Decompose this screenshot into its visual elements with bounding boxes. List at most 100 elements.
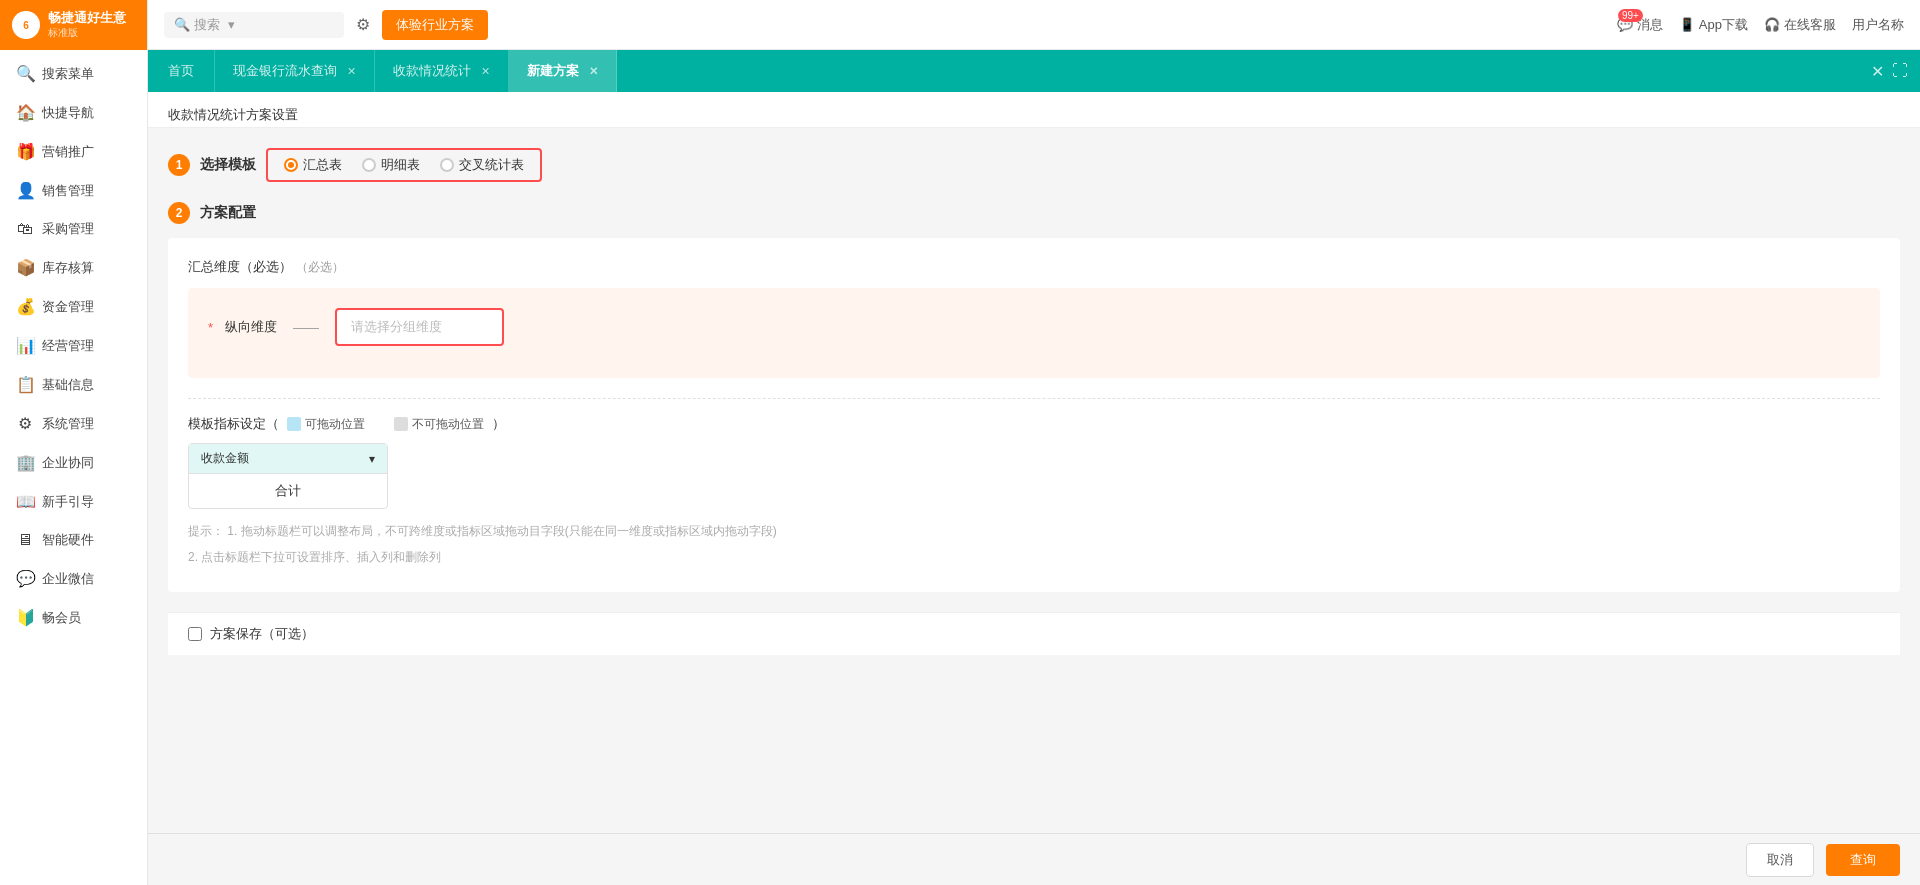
tab-new-plan-close[interactable]: ✕: [589, 65, 598, 78]
app-download-link[interactable]: 📱 App下载: [1679, 16, 1748, 34]
legend-drag: 可拖动位置: [287, 416, 365, 433]
metrics-dropdown-icon[interactable]: ▾: [369, 452, 375, 466]
tab-collection-stat-close[interactable]: ✕: [481, 65, 490, 78]
sidebar-item-sales[interactable]: 👤销售管理: [0, 171, 147, 210]
query-button[interactable]: 查询: [1826, 844, 1900, 876]
metrics-section: 模板指标设定（ 可拖动位置 不可拖动位置 ）: [188, 415, 1880, 568]
radio-detail[interactable]: 明细表: [362, 156, 420, 174]
hint-line-1: 提示： 1. 拖动标题栏可以调整布局，不可跨维度或指标区域拖动目字段(只能在同一…: [188, 521, 1880, 543]
step2-header: 2 方案配置: [168, 202, 1900, 224]
radio-cross-input[interactable]: [440, 158, 454, 172]
guide-icon: 📖: [16, 492, 34, 511]
metrics-table-row: 合计: [189, 474, 387, 508]
dim-select-dropdown[interactable]: 请选择分组维度: [335, 308, 504, 346]
step2-num: 2: [168, 202, 190, 224]
sidebar-item-member[interactable]: 🔰畅会员: [0, 598, 147, 637]
tab-bank-flow-label: 现金银行流水查询: [233, 62, 337, 80]
legend-nodrag: 不可拖动位置: [394, 416, 484, 433]
close-window-icon[interactable]: ✕: [1871, 62, 1884, 81]
tab-home-label: 首页: [168, 62, 194, 80]
main-area: 🔍 搜索 ▾ ⚙ 体验行业方案 💬 99+ 消息 📱 App下载 🎧 在线客服: [148, 0, 1920, 885]
sidebar-item-label: 经营管理: [42, 337, 94, 355]
save-label: 方案保存（可选）: [210, 625, 314, 643]
message-link[interactable]: 💬 99+ 消息: [1617, 16, 1663, 34]
sidebar-item-inventory[interactable]: 📦 库存核算: [0, 248, 147, 287]
radio-summary-input[interactable]: [284, 158, 298, 172]
trial-button[interactable]: 体验行业方案: [382, 10, 488, 40]
divider-1: [188, 398, 1880, 399]
metrics-setting-label: 模板指标设定（ 可拖动位置 不可拖动位置 ）: [188, 415, 1880, 433]
topbar-search[interactable]: 🔍 搜索 ▾: [164, 12, 344, 38]
hint-line-2: 2. 点击标题栏下拉可设置排序、插入列和删除列: [188, 547, 1880, 569]
metrics-col-header: 收款金额: [201, 450, 249, 467]
sidebar-item-label: 快捷导航: [42, 104, 94, 122]
hardware-icon: 🖥: [16, 531, 34, 549]
tabbar: 首页 现金银行流水查询 ✕ 收款情况统计 ✕ 新建方案 ✕ ✕ ⛶: [148, 50, 1920, 92]
sidebar-item-label: 企业协同: [42, 454, 94, 472]
tab-bank-flow-close[interactable]: ✕: [347, 65, 356, 78]
sidebar-item-basic-info[interactable]: 📋基础信息: [0, 365, 147, 404]
enterprise-icon: 🏢: [16, 453, 34, 472]
gear-icon[interactable]: ⚙: [356, 15, 370, 34]
sidebar-item-quick-nav[interactable]: 🏠 快捷导航: [0, 93, 147, 132]
chevron-down-icon: ▾: [228, 17, 235, 32]
purchase-icon: 🛍: [16, 220, 34, 238]
tab-home[interactable]: 首页: [148, 50, 215, 92]
draggable-legend-icon: [287, 417, 301, 431]
sales-icon: 👤: [16, 181, 34, 200]
sidebar: 6 畅捷通好生意 标准版 🔍搜索菜单🏠快捷导航🎁营销推广👤销售管理🛍采购管理📦库…: [0, 0, 148, 885]
search-icon: 🔍: [16, 64, 34, 83]
step1-section: 1 选择模板 汇总表 明细表 交叉统计表: [168, 148, 1900, 182]
radio-summary[interactable]: 汇总表: [284, 156, 342, 174]
message-badge: 99+: [1618, 9, 1643, 22]
member-icon: 🔰: [16, 608, 34, 627]
metrics-table: 收款金额 ▾ 合计: [188, 443, 388, 509]
expand-icon[interactable]: ⛶: [1892, 62, 1908, 80]
sidebar-item-hardware[interactable]: 🖥 智能硬件: [0, 521, 147, 559]
cancel-button[interactable]: 取消: [1746, 843, 1814, 877]
radio-detail-label: 明细表: [381, 156, 420, 174]
radio-detail-input[interactable]: [362, 158, 376, 172]
step1-num: 1: [168, 154, 190, 176]
sidebar-item-operation[interactable]: 📊经营管理: [0, 326, 147, 365]
metrics-table-header[interactable]: 收款金额 ▾: [189, 444, 387, 474]
save-checkbox[interactable]: [188, 627, 202, 641]
user-name[interactable]: 用户名称: [1852, 16, 1904, 34]
service-label: 在线客服: [1784, 16, 1836, 34]
sidebar-item-purchase[interactable]: 🛍采购管理: [0, 210, 147, 248]
sidebar-item-guide[interactable]: 📖 新手引导: [0, 482, 147, 521]
sidebar-item-label: 库存核算: [42, 259, 94, 277]
basic-info-icon: 📋: [16, 375, 34, 394]
sidebar-item-system[interactable]: ⚙系统管理: [0, 404, 147, 443]
sidebar-item-finance[interactable]: 💰资金管理: [0, 287, 147, 326]
template-options-box: 汇总表 明细表 交叉统计表: [266, 148, 542, 182]
tab-bank-flow[interactable]: 现金银行流水查询 ✕: [215, 50, 375, 92]
page-body: 1 选择模板 汇总表 明细表 交叉统计表: [148, 128, 1920, 833]
download-icon: 📱: [1679, 17, 1695, 32]
arrow-icon: ——: [293, 320, 319, 335]
step2-title: 方案配置: [200, 204, 256, 222]
dim-area: * 纵向维度 —— 请选择分组维度: [188, 288, 1880, 378]
logo-text: 畅捷通好生意: [48, 10, 126, 26]
sidebar-item-label: 新手引导: [42, 493, 94, 511]
tab-collection-stat-label: 收款情况统计: [393, 62, 471, 80]
search-icon: 🔍: [174, 17, 190, 32]
step2-section: 2 方案配置 汇总维度（必选） * 纵向维度 —— 请选: [168, 202, 1900, 592]
sidebar-item-label: 智能硬件: [42, 531, 94, 549]
radio-summary-label: 汇总表: [303, 156, 342, 174]
sidebar-item-enterprise[interactable]: 🏢 企业协同: [0, 443, 147, 482]
required-mark: *: [208, 320, 213, 335]
sidebar-item-search[interactable]: 🔍搜索菜单: [0, 54, 147, 93]
tab-collection-stat[interactable]: 收款情况统计 ✕: [375, 50, 509, 92]
inventory-icon: 📦: [16, 258, 34, 277]
breadcrumb: 收款情况统计方案设置: [148, 92, 1920, 128]
tab-new-plan[interactable]: 新建方案 ✕: [509, 50, 617, 92]
service-link[interactable]: 🎧 在线客服: [1764, 16, 1836, 34]
breadcrumb-text: 收款情况统计方案设置: [168, 106, 298, 124]
sidebar-item-wechat[interactable]: 💬企业微信: [0, 559, 147, 598]
headset-icon: 🎧: [1764, 17, 1780, 32]
quick-nav-icon: 🏠: [16, 103, 34, 122]
step1-title: 选择模板: [200, 156, 256, 174]
radio-cross[interactable]: 交叉统计表: [440, 156, 524, 174]
sidebar-item-marketing[interactable]: 🎁营销推广: [0, 132, 147, 171]
